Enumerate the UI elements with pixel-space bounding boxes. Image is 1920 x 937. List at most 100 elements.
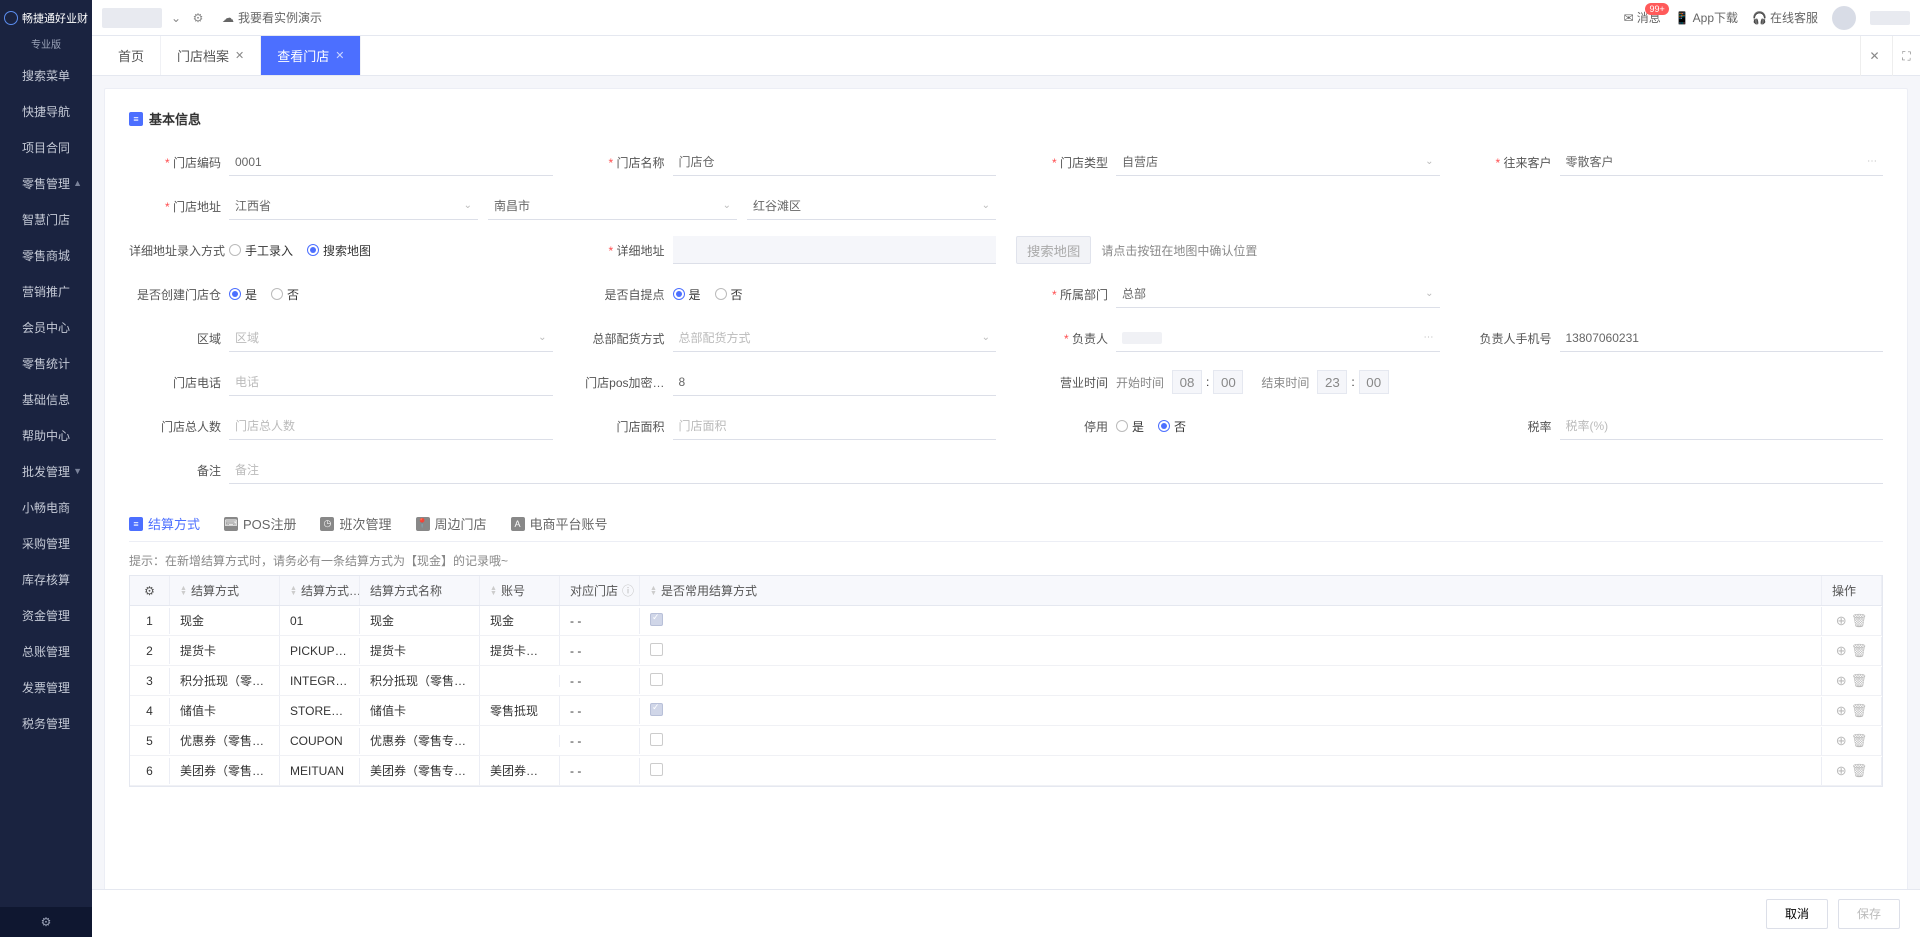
col-name[interactable]: 结算方式名称	[360, 576, 480, 605]
checkbox[interactable]	[650, 703, 663, 716]
sidebar-settings[interactable]: ⚙	[0, 907, 92, 937]
addr-mode-manual-radio[interactable]: 手工录入	[229, 242, 293, 259]
col-common[interactable]: ▲▼是否常用结算方式	[640, 576, 1822, 605]
close-icon[interactable]: ✕	[335, 49, 344, 62]
sidebar-item-13[interactable]: 采购管理	[0, 525, 92, 561]
sidebar-item-7[interactable]: 会员中心	[0, 309, 92, 345]
sidebar-item-15[interactable]: 资金管理	[0, 597, 92, 633]
region-select[interactable]: 区域⌄	[229, 324, 553, 352]
col-code[interactable]: ▲▼结算方式…	[280, 576, 360, 605]
subtab-1[interactable]: ⌨POS注册	[224, 514, 296, 533]
sidebar-item-5[interactable]: 零售商城	[0, 237, 92, 273]
cancel-button[interactable]: 取消	[1766, 899, 1828, 929]
sidebar-item-6[interactable]: 营销推广	[0, 273, 92, 309]
customer-service-link[interactable]: 🎧 在线客服	[1752, 9, 1818, 26]
addr-mode-map-radio[interactable]: 搜索地图	[307, 242, 371, 259]
gear-icon[interactable]: ⚙	[190, 10, 206, 26]
remark-input[interactable]	[229, 456, 1883, 484]
store-code-input[interactable]	[229, 148, 553, 176]
district-select[interactable]: 红谷滩区⌄	[747, 192, 996, 220]
sidebar-item-12[interactable]: 小畅电商	[0, 489, 92, 525]
tax-input[interactable]	[1560, 412, 1884, 440]
manager-select[interactable]: ⋯	[1116, 324, 1440, 352]
avatar[interactable]	[1832, 6, 1856, 30]
city-select[interactable]: 南昌市⌄	[488, 192, 737, 220]
delete-icon[interactable]: 🗑	[1851, 673, 1868, 688]
table-row[interactable]: 1现金01现金现金- -⊕🗑	[130, 606, 1882, 636]
sidebar-item-2[interactable]: 项目合同	[0, 129, 92, 165]
table-row[interactable]: 6美团券（零售专…MEITUAN美团券（零售专用）美团券账号- -⊕🗑	[130, 756, 1882, 786]
disabled-yes-radio[interactable]: 是	[1116, 418, 1144, 435]
start-hour-input[interactable]	[1172, 370, 1202, 394]
col-method[interactable]: ▲▼结算方式	[170, 576, 280, 605]
self-pickup-yes-radio[interactable]: 是	[673, 286, 701, 303]
tab-1[interactable]: 门店档案✕	[161, 36, 261, 75]
table-row[interactable]: 2提货卡PICKUPC…提货卡提货卡（…- -⊕🗑	[130, 636, 1882, 666]
sidebar-item-16[interactable]: 总账管理	[0, 633, 92, 669]
disabled-no-radio[interactable]: 否	[1158, 418, 1186, 435]
add-icon[interactable]: ⊕	[1836, 673, 1847, 688]
start-min-input[interactable]	[1213, 370, 1243, 394]
sidebar-item-14[interactable]: 库存核算	[0, 561, 92, 597]
checkbox[interactable]	[650, 613, 663, 626]
add-icon[interactable]: ⊕	[1836, 643, 1847, 658]
end-hour-input[interactable]	[1317, 370, 1347, 394]
tab-0[interactable]: 首页	[102, 36, 161, 75]
sidebar-item-4[interactable]: 智慧门店	[0, 201, 92, 237]
delete-icon[interactable]: 🗑	[1851, 643, 1868, 658]
sidebar-item-10[interactable]: 帮助中心	[0, 417, 92, 453]
chevron-down-icon[interactable]: ⌄	[168, 10, 184, 26]
col-account[interactable]: ▲▼账号	[480, 576, 560, 605]
search-map-button[interactable]: 搜索地图	[1016, 236, 1091, 264]
checkbox[interactable]	[650, 763, 663, 776]
messages-link[interactable]: ✉ 消息 99+	[1624, 9, 1661, 26]
sidebar-item-11[interactable]: 批发管理▼	[0, 453, 92, 489]
delete-icon[interactable]: 🗑	[1851, 703, 1868, 718]
help-icon[interactable]: ⓘ	[622, 582, 634, 599]
add-icon[interactable]: ⊕	[1836, 763, 1847, 778]
col-store[interactable]: 对应门店 ⓘ	[560, 576, 640, 605]
province-select[interactable]: 江西省⌄	[229, 192, 478, 220]
fullscreen-icon[interactable]: ⛶	[1892, 36, 1920, 76]
area-input[interactable]	[673, 412, 997, 440]
subtab-2[interactable]: ◷班次管理	[320, 514, 391, 533]
sidebar-item-0[interactable]: 搜索菜单	[0, 57, 92, 93]
sidebar-item-3[interactable]: 零售管理▲	[0, 165, 92, 201]
checkbox[interactable]	[650, 733, 663, 746]
table-row[interactable]: 3积分抵现（零售…INTEGRA…积分抵现（零售专…- -⊕🗑	[130, 666, 1882, 696]
app-download-link[interactable]: 📱 App下载	[1675, 9, 1738, 26]
table-gear-icon[interactable]: ⚙	[130, 576, 170, 605]
create-wh-no-radio[interactable]: 否	[271, 286, 299, 303]
sidebar-item-1[interactable]: 快捷导航	[0, 93, 92, 129]
delete-icon[interactable]: 🗑	[1851, 613, 1868, 628]
sidebar-item-9[interactable]: 基础信息	[0, 381, 92, 417]
self-pickup-no-radio[interactable]: 否	[715, 286, 743, 303]
add-icon[interactable]: ⊕	[1836, 703, 1847, 718]
checkbox[interactable]	[650, 673, 663, 686]
end-min-input[interactable]	[1359, 370, 1389, 394]
sidebar-item-18[interactable]: 税务管理	[0, 705, 92, 741]
close-icon[interactable]: ✕	[235, 49, 244, 62]
dept-select[interactable]: 总部⌄	[1116, 280, 1440, 308]
save-button[interactable]: 保存	[1838, 899, 1900, 929]
store-name-input[interactable]	[673, 148, 997, 176]
delete-icon[interactable]: 🗑	[1851, 763, 1868, 778]
account-selector[interactable]	[102, 8, 162, 28]
headcount-input[interactable]	[229, 412, 553, 440]
dispatch-select[interactable]: 总部配货方式⌄	[673, 324, 997, 352]
store-type-select[interactable]: 自营店⌄	[1116, 148, 1440, 176]
subtab-4[interactable]: A电商平台账号	[511, 514, 608, 533]
subtab-0[interactable]: ≡结算方式	[129, 514, 200, 533]
sidebar-item-17[interactable]: 发票管理	[0, 669, 92, 705]
pos-key-input[interactable]	[673, 368, 997, 396]
demo-link[interactable]: ☁ 我要看实例演示	[222, 9, 322, 26]
add-icon[interactable]: ⊕	[1836, 613, 1847, 628]
tabs-close-icon[interactable]: ✕	[1860, 36, 1888, 76]
checkbox[interactable]	[650, 643, 663, 656]
table-row[interactable]: 4储值卡STORED…储值卡零售抵现- -⊕🗑	[130, 696, 1882, 726]
create-wh-yes-radio[interactable]: 是	[229, 286, 257, 303]
delete-icon[interactable]: 🗑	[1851, 733, 1868, 748]
add-icon[interactable]: ⊕	[1836, 733, 1847, 748]
subtab-3[interactable]: 📍周边门店	[416, 514, 487, 533]
username[interactable]	[1870, 11, 1910, 25]
